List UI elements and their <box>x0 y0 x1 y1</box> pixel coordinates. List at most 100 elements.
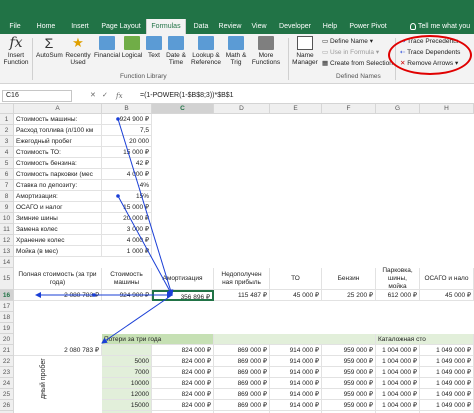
row-header[interactable]: 3 <box>0 136 14 147</box>
tab-view[interactable]: View <box>248 19 270 34</box>
cost-value-cell[interactable]: 612 000 ₽ <box>376 290 420 301</box>
tab-review[interactable]: Review <box>216 19 244 34</box>
tab-power-pivot[interactable]: Power Pivot <box>346 19 390 34</box>
param-value-cell[interactable]: 15% <box>102 191 152 202</box>
param-label-cell[interactable]: Амортизация: <box>14 191 102 202</box>
cost-header-cell[interactable]: Стоимость машины <box>102 268 152 290</box>
param-value-cell[interactable]: 3 000 ₽ <box>102 224 152 235</box>
table-value-cell[interactable]: 959 000 ₽ <box>322 367 376 378</box>
mileage-cell[interactable]: 12000 <box>102 389 152 400</box>
cost-header-cell[interactable]: Бензин <box>322 268 376 290</box>
logical-button[interactable]: Logical <box>121 36 143 59</box>
table-value-cell[interactable]: 869 000 ₽ <box>214 367 270 378</box>
cost-value-cell[interactable]: 2 080 783 ₽ <box>14 290 102 301</box>
param-label-cell[interactable]: ОСАГО и налог <box>14 202 102 213</box>
tab-data[interactable]: Data <box>190 19 212 34</box>
row-header[interactable]: 20 <box>0 334 14 345</box>
losses-label-cell[interactable]: Потери за три года <box>102 334 214 345</box>
row-header[interactable]: 10 <box>0 213 14 224</box>
cost-header-cell[interactable]: Парковка, шины, мойка <box>376 267 420 290</box>
table-value-cell[interactable]: 1 004 000 ₽ <box>376 356 420 367</box>
cost-header-cell[interactable]: Недополучен ная прибыль <box>214 268 270 290</box>
mileage-cell[interactable]: 7000 <box>102 367 152 378</box>
column-header-f[interactable]: F <box>322 104 376 114</box>
param-value-cell[interactable]: 7,5 <box>102 125 152 136</box>
param-value-cell[interactable]: 15 000 ₽ <box>102 202 152 213</box>
table-value-cell[interactable]: 914 000 ₽ <box>270 389 322 400</box>
column-header-b[interactable]: B <box>102 104 152 114</box>
row-header[interactable]: 25 <box>0 389 14 400</box>
formula-input[interactable]: =(1-POWER(1-$B$8;3))*$B$1 <box>140 90 234 102</box>
cost-value-cell[interactable]: 45 000 ₽ <box>420 290 474 301</box>
table-value-cell[interactable]: 959 000 ₽ <box>322 378 376 389</box>
table-value-cell[interactable]: 869 000 ₽ <box>214 345 270 356</box>
column-header-c[interactable]: C <box>152 104 214 114</box>
table-value-cell[interactable]: 959 000 ₽ <box>322 356 376 367</box>
text-button[interactable]: Text <box>145 36 163 59</box>
name-manager-button[interactable]: Name Manager <box>291 36 319 66</box>
table-value-cell[interactable]: 959 000 ₽ <box>322 400 376 411</box>
row-header[interactable]: 7 <box>0 180 14 191</box>
param-value-cell[interactable]: 4 000 ₽ <box>102 169 152 180</box>
table-value-cell[interactable]: 824 000 ₽ <box>152 378 214 389</box>
row-header[interactable]: 21 <box>0 345 14 356</box>
active-cell-c16[interactable]: 356 896 ₽ <box>152 290 214 301</box>
row-header[interactable]: 12 <box>0 235 14 246</box>
row-header[interactable]: 22 <box>0 356 14 367</box>
cost-value-cell[interactable]: 45 000 ₽ <box>270 290 322 301</box>
cost-value-cell[interactable]: 924 900 ₽ <box>102 290 152 301</box>
table-value-cell[interactable]: 914 000 ₽ <box>270 378 322 389</box>
row-header[interactable]: 4 <box>0 147 14 158</box>
column-header-e[interactable]: E <box>270 104 322 114</box>
cost-header-cell[interactable]: Полная стоимость (за три года) <box>14 268 102 290</box>
column-header-g[interactable]: G <box>376 104 420 114</box>
row-header[interactable]: 23 <box>0 367 14 378</box>
table-value-cell[interactable]: 914 000 ₽ <box>270 345 322 356</box>
table-value-cell[interactable]: 824 000 ₽ <box>152 356 214 367</box>
spreadsheet-grid[interactable]: A B C D E F G H 1 2 3 4 5 6 7 8 9 10 11 12 13 14 15 16 17 18 19 20 2… <box>0 104 474 413</box>
table-value-cell[interactable]: 1 049 000 ₽ <box>420 389 474 400</box>
tab-developer[interactable]: Developer <box>276 19 314 34</box>
lookup-reference-button[interactable]: Lookup & Reference <box>189 36 223 66</box>
mileage-cell[interactable]: 15000 <box>102 400 152 411</box>
select-all-corner[interactable] <box>0 104 14 114</box>
param-value-cell[interactable]: 4% <box>102 180 152 191</box>
tell-me-box[interactable]: Tell me what you <box>410 19 470 34</box>
column-header-h[interactable]: H <box>420 104 474 114</box>
tab-home[interactable]: Home <box>32 19 60 34</box>
insert-function-button[interactable]: fx Insert Function <box>2 36 30 66</box>
use-in-formula-button[interactable]: ▭ Use in Formula ▾ <box>322 49 379 57</box>
param-label-cell[interactable]: Зимние шины <box>14 213 102 224</box>
param-label-cell[interactable]: Стоимость бензина: <box>14 158 102 169</box>
cost-value-cell[interactable]: 25 200 ₽ <box>322 290 376 301</box>
tab-page-layout[interactable]: Page Layout <box>100 19 142 34</box>
param-label-cell[interactable]: Стоимость машины: <box>14 114 102 125</box>
table-value-cell[interactable]: 824 000 ₽ <box>152 389 214 400</box>
param-label-cell[interactable]: Стоимость ТО: <box>14 147 102 158</box>
table-value-cell[interactable]: 914 000 ₽ <box>270 400 322 411</box>
param-label-cell[interactable]: Хранение колес <box>14 235 102 246</box>
row-header[interactable]: 11 <box>0 224 14 235</box>
confirm-entry-button[interactable]: ✓ <box>102 90 108 102</box>
more-functions-button[interactable]: More Functions <box>249 36 283 66</box>
row-header[interactable]: 19 <box>0 323 14 334</box>
param-value-cell[interactable]: 15 000 ₽ <box>102 147 152 158</box>
math-trig-button[interactable]: Math & Trig <box>224 36 248 66</box>
param-label-cell[interactable]: Расход топлива (л/100 км <box>14 125 102 136</box>
name-box[interactable]: C16 <box>2 90 72 102</box>
row-header[interactable]: 1 <box>0 114 14 125</box>
table-value-cell[interactable]: 869 000 ₽ <box>214 356 270 367</box>
param-label-cell[interactable]: Замена колес <box>14 224 102 235</box>
row-header[interactable]: 17 <box>0 301 14 312</box>
table-value-cell[interactable]: 959 000 ₽ <box>322 389 376 400</box>
mileage-cell[interactable]: 5000 <box>102 356 152 367</box>
recently-used-button[interactable]: ★ Recently Used <box>63 36 93 67</box>
param-value-cell[interactable]: 4 000 ₽ <box>102 235 152 246</box>
row-header[interactable]: 6 <box>0 169 14 180</box>
tab-formulas[interactable]: Formulas <box>146 19 186 34</box>
table-value-cell[interactable]: 824 000 ₽ <box>152 345 214 356</box>
table-value-cell[interactable]: 869 000 ₽ <box>214 400 270 411</box>
param-value-cell[interactable]: 42 ₽ <box>102 158 152 169</box>
table-value-cell[interactable]: 959 000 ₽ <box>322 345 376 356</box>
mileage-cell[interactable] <box>102 345 152 356</box>
